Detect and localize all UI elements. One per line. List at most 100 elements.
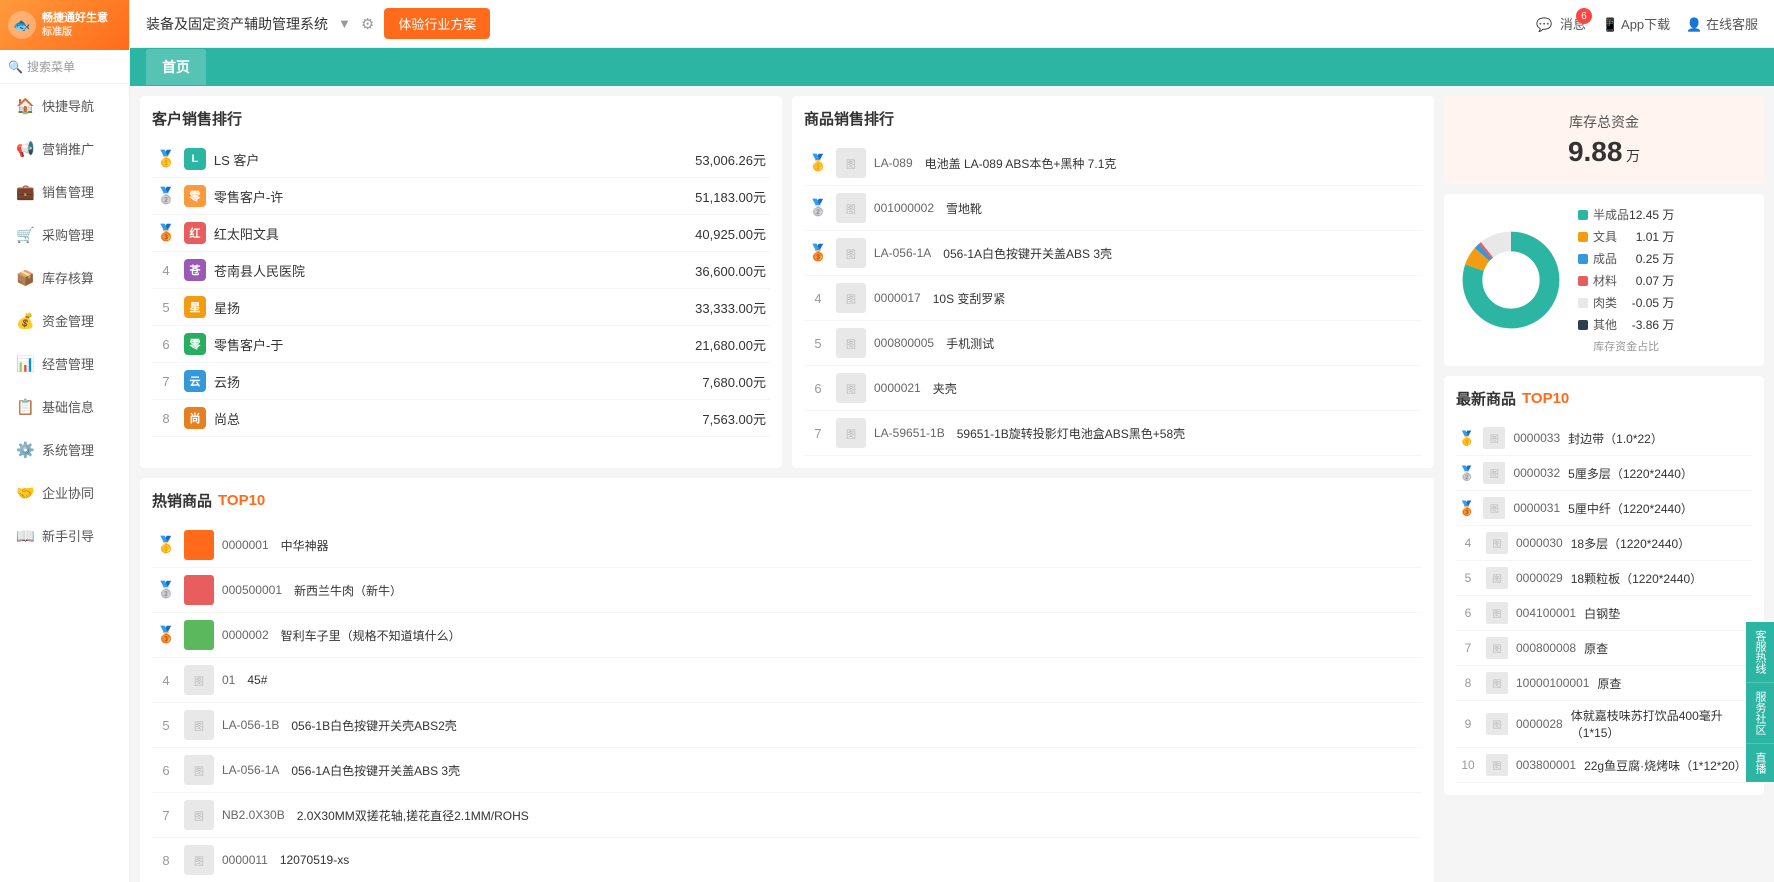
float-buttons: 客服热线服务社区直播 xyxy=(1746,622,1774,782)
rank-number: 4 xyxy=(156,263,176,278)
new-products-card: 最新商品 TOP10 🥇 图 0000033 封边带（1.0*22） 🥈 图 0… xyxy=(1444,376,1764,795)
inventory-total-card: 库存总资金 9.88 万 xyxy=(1444,96,1764,184)
new-product-thumbnail: 图 xyxy=(1486,754,1508,776)
product-name: 电池盖 LA-089 ABS本色+黑种 7.1克 xyxy=(925,155,1418,172)
donut-chart xyxy=(1456,225,1566,335)
search-menu[interactable]: 🔍 搜索菜单 xyxy=(0,50,129,84)
legend-value: 0.07 万 xyxy=(1636,272,1675,289)
medal-icon: 🥉 xyxy=(808,243,828,263)
rank-number: 5 xyxy=(808,336,828,351)
new-product-code: 004100001 xyxy=(1516,606,1576,620)
message-badge[interactable]: 💬 6 消息 xyxy=(1536,14,1586,33)
app-download[interactable]: 📱 App下载 xyxy=(1602,14,1670,33)
product-thumbnail: 图 xyxy=(836,148,866,178)
nav-icon: 📢 xyxy=(16,140,34,158)
sidebar-item-企业协同[interactable]: 🤝 企业协同 xyxy=(0,471,129,514)
hot-product-name: 中华神器 xyxy=(281,537,1418,554)
sidebar-item-新手引导[interactable]: 📖新手引导 xyxy=(0,514,129,557)
product-rank-item: 4 图 0000017 10S 变刮罗紧 xyxy=(804,276,1422,321)
new-product-item: 10 图 003800001 22g鱼豆腐·烧烤味（1*12*20） xyxy=(1456,748,1752,783)
hot-product-name: 45# xyxy=(247,673,1418,687)
sidebar-item-库存核算[interactable]: 📦库存核算 xyxy=(0,256,129,299)
customer-amount: 40,925.00元 xyxy=(695,224,766,243)
topbar-left: 装备及固定资产辅助管理系统 ▼ ⚙ 体验行业方案 xyxy=(146,8,490,39)
product-rank-item: 🥉 图 LA-056-1A 056-1A白色按键开关盖ABS 3壳 xyxy=(804,231,1422,276)
new-product-thumbnail: 图 xyxy=(1486,637,1508,659)
product-thumbnail: 图 xyxy=(836,238,866,268)
customer-amount: 21,680.00元 xyxy=(695,335,766,354)
legend-label: 其他 xyxy=(1593,316,1617,333)
medal-icon: 🥇 xyxy=(156,535,176,555)
new-product-item: 6 图 004100001 白钢垫 xyxy=(1456,596,1752,631)
product-name: 10S 变刮罗紧 xyxy=(933,290,1418,307)
hot-product-item: 4 图 01 45# xyxy=(152,658,1422,703)
new-product-name: 5厘多层（1220*2440） xyxy=(1568,465,1750,482)
legend-item: 半成品 12.45 万 xyxy=(1578,206,1674,223)
rank-number: 10 xyxy=(1458,758,1478,772)
hot-product-code: LA-056-1B xyxy=(222,718,279,732)
trial-button[interactable]: 体验行业方案 xyxy=(384,8,490,39)
product-code: LA-59651-1B xyxy=(874,426,945,440)
product-code: LA-056-1A xyxy=(874,246,931,260)
float-btn-客服热线[interactable]: 客服热线 xyxy=(1746,622,1774,683)
new-product-thumbnail: 图 xyxy=(1486,713,1508,735)
tab-home[interactable]: 首页 xyxy=(146,49,206,85)
hot-product-code: 0000011 xyxy=(222,853,268,867)
float-btn-直播[interactable]: 直播 xyxy=(1746,744,1774,782)
sidebar-item-销售管理[interactable]: 💼销售管理 xyxy=(0,170,129,213)
sidebar-item-基础信息[interactable]: 📋基础信息 xyxy=(0,385,129,428)
hot-product-code: 01 xyxy=(222,673,235,687)
legend-value: 12.45 万 xyxy=(1629,206,1674,223)
settings-icon[interactable]: ⚙ xyxy=(361,15,374,33)
nav-icon: 💰 xyxy=(16,312,34,330)
new-product-thumbnail: 图 xyxy=(1483,497,1505,519)
nav-label: 营销推广 xyxy=(42,139,94,158)
nav-icon: 📋 xyxy=(16,398,34,416)
rank-number: 4 xyxy=(156,673,176,688)
customer-avatar: 星 xyxy=(184,296,206,318)
sidebar-item-系统管理[interactable]: ⚙️系统管理 xyxy=(0,428,129,471)
sidebar-item-采购管理[interactable]: 🛒采购管理 xyxy=(0,213,129,256)
sidebar-item-资金管理[interactable]: 💰资金管理 xyxy=(0,299,129,342)
sidebar-item-快捷导航[interactable]: 🏠快捷导航 xyxy=(0,84,129,127)
legend-item: 成品 0.25 万 xyxy=(1578,250,1674,267)
search-icon: 🔍 xyxy=(8,60,23,74)
legend-label: 半成品 xyxy=(1593,206,1629,223)
new-product-name: 原查 xyxy=(1597,675,1750,692)
medal-icon: 🥈 xyxy=(156,580,176,600)
sidebar-item-经营管理[interactable]: 📊经营管理 xyxy=(0,342,129,385)
legend-dot xyxy=(1578,210,1588,220)
hot-product-name: 智利车子里（规格不知道填什么） xyxy=(281,627,1418,644)
medal-icon: 🥈 xyxy=(156,186,176,206)
inventory-title: 库存总资金 xyxy=(1460,112,1748,132)
dropdown-icon[interactable]: ▼ xyxy=(338,16,351,31)
new-product-thumbnail: 图 xyxy=(1486,567,1508,589)
hot-product-item: 6 图 LA-056-1A 056-1A白色按键开关盖ABS 3壳 xyxy=(152,748,1422,793)
sidebar-item-营销推广[interactable]: 📢 营销推广 xyxy=(0,127,129,170)
inventory-unit: 万 xyxy=(1626,148,1640,164)
product-name: 夹壳 xyxy=(933,380,1418,397)
inventory-amount: 9.88 xyxy=(1568,136,1623,167)
hot-products-card: 热销商品 TOP10 🥇 0000001 中华神器 🥈 000500001 新西… xyxy=(140,478,1434,882)
hot-products-title: 热销商品 TOP10 xyxy=(152,490,1422,511)
nav-icon: 🤝 xyxy=(16,484,34,502)
product-thumbnail: 图 xyxy=(836,418,866,448)
customer-avatar: 苍 xyxy=(184,259,206,281)
new-product-thumbnail: 图 xyxy=(1483,462,1505,484)
online-service[interactable]: 👤 在线客服 xyxy=(1686,14,1758,33)
rank-number: 7 xyxy=(1458,641,1478,655)
app-logo: 🐟 畅捷通好生意 标准版 xyxy=(0,0,129,50)
nav-label: 企业协同 xyxy=(42,483,94,502)
legend-item: 文具 1.01 万 xyxy=(1578,228,1674,245)
new-products-title: 最新商品 TOP10 xyxy=(1456,388,1752,409)
hot-product-item: 8 图 0000011 12070519-xs xyxy=(152,838,1422,882)
nav-icon: 🛒 xyxy=(16,226,34,244)
nav-label: 库存核算 xyxy=(42,268,94,287)
chart-footer: 库存资金占比 xyxy=(1578,338,1674,354)
float-btn-服务社区[interactable]: 服务社区 xyxy=(1746,683,1774,744)
nav-icon: 🏠 xyxy=(16,97,34,115)
legend-label: 材料 xyxy=(1593,272,1617,289)
new-product-item: 5 图 0000029 18颗粒板（1220*2440） xyxy=(1456,561,1752,596)
medal-icon: 🥉 xyxy=(1458,500,1475,517)
nav-icon: 💼 xyxy=(16,183,34,201)
